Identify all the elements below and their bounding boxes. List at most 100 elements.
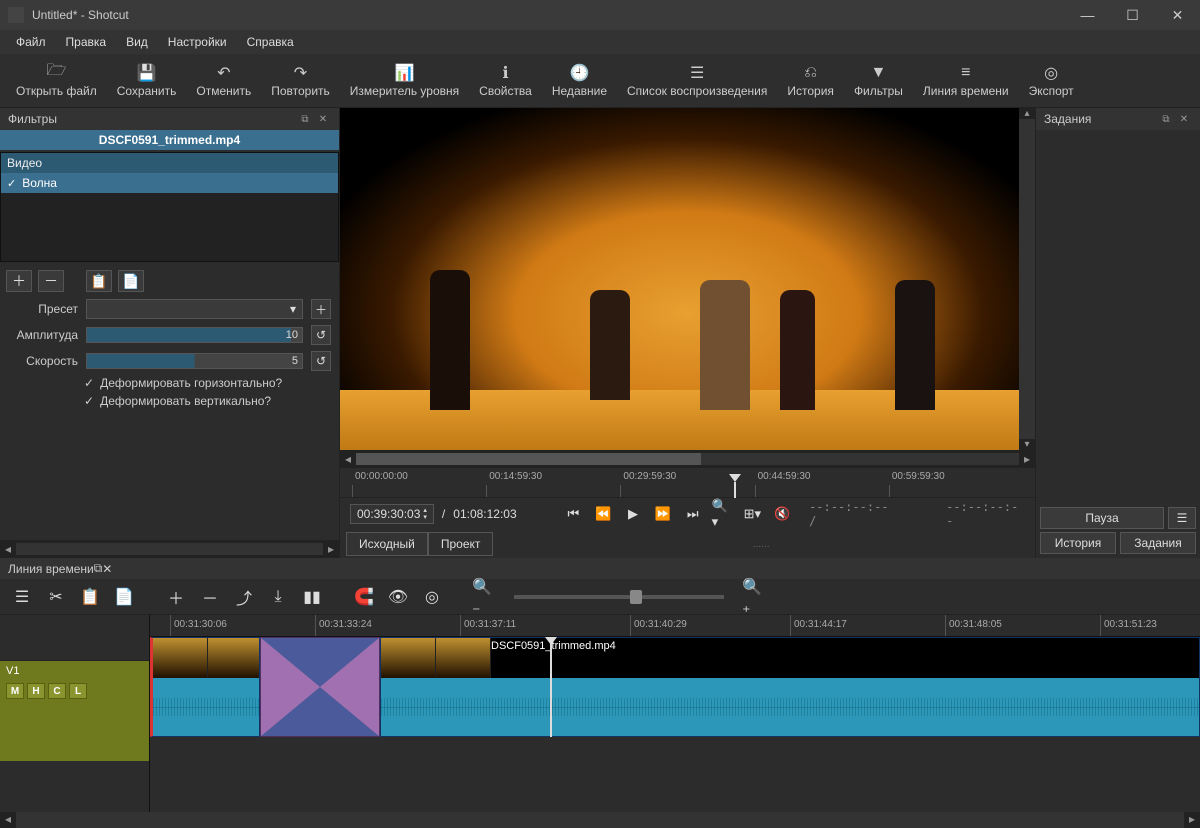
close-button[interactable]: ✕ [1155, 0, 1200, 30]
timeline-transition[interactable] [260, 637, 380, 737]
peak-meter-button[interactable]: 📊Измеритель уровня [340, 54, 469, 107]
add-filter-button[interactable]: ＋ [6, 270, 32, 292]
timeline-hscroll[interactable]: ◂▸ [0, 812, 1200, 828]
remove-button[interactable]: － [198, 585, 222, 609]
speed-slider[interactable]: 5 [86, 353, 303, 369]
mute-button[interactable]: 🔇 [771, 503, 793, 525]
history-button[interactable]: ⎌История [777, 54, 844, 107]
target-icon: ◎ [1044, 64, 1058, 82]
pause-job-button[interactable]: Пауза [1040, 507, 1164, 529]
save-button[interactable]: 💾Сохранить [107, 54, 187, 107]
recent-button[interactable]: 🕘Недавние [542, 54, 617, 107]
current-tc-text: 00:39:30:03 [357, 507, 420, 521]
lift-button[interactable]: ⤴ [232, 585, 256, 609]
deform-v-label: Деформировать вертикально? [100, 394, 271, 408]
tab-project[interactable]: Проект [428, 532, 494, 556]
cut-button[interactable]: ✂ [44, 585, 68, 609]
timeline-menu-button[interactable]: ☰ [10, 585, 34, 609]
menu-file[interactable]: Файл [8, 33, 54, 51]
ripple-button[interactable]: ◎ [420, 585, 444, 609]
filter-item-wave[interactable]: ✓ Волна [1, 173, 338, 193]
minimize-button[interactable]: — [1065, 0, 1110, 30]
zoom-dropdown-button[interactable]: 🔍▾ [712, 503, 734, 525]
menu-settings[interactable]: Настройки [160, 33, 235, 51]
paste-button[interactable]: 📄 [112, 585, 136, 609]
out-timecode: --:--:--:-- [946, 500, 1025, 528]
rewind-button[interactable]: ⏪ [592, 503, 614, 525]
chevron-down-icon: ▾ [290, 302, 296, 316]
video-preview[interactable] [340, 108, 1035, 450]
ruler-tick: 00:31:33:24 [315, 615, 372, 636]
undo-button[interactable]: ↶Отменить [186, 54, 261, 107]
copy-button[interactable]: 📋 [78, 585, 102, 609]
timeline-ruler[interactable]: 00:31:30:06 00:31:33:24 00:31:37:11 00:3… [150, 615, 1200, 637]
export-button[interactable]: ◎Экспорт [1019, 54, 1084, 107]
track-mute-button[interactable]: M [6, 683, 24, 699]
jobs-menu-button[interactable]: ☰ [1168, 507, 1196, 529]
scrub-button[interactable]: 👁 [386, 585, 410, 609]
track-name-label: V1 [6, 665, 143, 677]
open-file-button[interactable]: 🗁Открыть файл [6, 54, 107, 107]
split-button[interactable]: ▮▮ [300, 585, 324, 609]
deform-v-checkbox[interactable]: ✓Деформировать вертикально? [0, 392, 339, 410]
remove-filter-button[interactable]: － [38, 270, 64, 292]
amplitude-reset-button[interactable]: ↺ [311, 325, 331, 345]
overwrite-button[interactable]: ⤓ [266, 585, 290, 609]
grid-button[interactable]: ⊞▾ [741, 503, 763, 525]
timeline-clip[interactable]: DSCF0591_trimmed.mp4 [380, 637, 1200, 737]
maximize-button[interactable]: ☐ [1110, 0, 1155, 30]
panel-float-icon[interactable]: ⧉ [1158, 111, 1174, 127]
preview-ruler[interactable]: 00:00:00:00 00:14:59:30 00:29:59:30 00:4… [340, 468, 1035, 498]
skip-end-button[interactable]: ⏭ [682, 503, 704, 525]
speed-reset-button[interactable]: ↺ [311, 351, 331, 371]
zoom-slider[interactable] [514, 595, 724, 599]
menu-help[interactable]: Справка [239, 33, 302, 51]
skip-start-button[interactable]: ⏮ [562, 503, 584, 525]
timeline-button[interactable]: ≡Линия времени [913, 54, 1019, 107]
preview-hscroll[interactable]: ◂▸ [340, 450, 1035, 468]
preview-vscroll[interactable]: ▴▾ [1019, 108, 1035, 450]
amplitude-slider[interactable]: 10 [86, 327, 303, 343]
filters-button[interactable]: ▼Фильтры [844, 54, 913, 107]
panel-close-icon[interactable]: ✕ [102, 562, 112, 576]
zoom-out-button[interactable]: 🔍₋ [472, 585, 496, 609]
playlist-button[interactable]: ☰Список воспроизведения [617, 54, 777, 107]
preview-playhead[interactable] [729, 474, 741, 482]
timeline-playhead[interactable] [550, 637, 552, 737]
menubar: Файл Правка Вид Настройки Справка [0, 30, 1200, 54]
redo-button[interactable]: ↷Повторить [261, 54, 340, 107]
timeline-toolbar: ☰ ✂ 📋 📄 ＋ － ⤴ ⤓ ▮▮ 🧲 👁 ◎ 🔍₋ 🔍₊ [0, 579, 1200, 615]
append-button[interactable]: ＋ [164, 585, 188, 609]
properties-button[interactable]: ℹСвойства [469, 54, 542, 107]
track-lock-button[interactable]: L [69, 683, 87, 699]
current-timecode[interactable]: 00:39:30:03▴▾ [350, 504, 434, 524]
timeline-track[interactable]: DSCF0591_trimmed.mp4 [150, 637, 1200, 737]
panel-close-icon[interactable]: ✕ [315, 111, 331, 127]
ruler-tick: 00:00:00:00 [355, 471, 408, 482]
deform-h-checkbox[interactable]: ✓Деформировать горизонтально? [0, 374, 339, 392]
amplitude-value: 10 [286, 328, 298, 342]
tab-source[interactable]: Исходный [346, 532, 428, 556]
deform-h-label: Деформировать горизонтально? [100, 376, 282, 390]
fastforward-button[interactable]: ⏩ [652, 503, 674, 525]
filters-hscroll[interactable]: ◂▸ [0, 540, 339, 558]
tab-history[interactable]: История [1040, 532, 1116, 554]
timeline-clip[interactable] [150, 637, 260, 737]
zoom-in-button[interactable]: 🔍₊ [742, 585, 766, 609]
panel-close-icon[interactable]: ✕ [1176, 111, 1192, 127]
menu-edit[interactable]: Правка [58, 33, 115, 51]
list-icon: ☰ [690, 64, 704, 82]
panel-float-icon[interactable]: ⧉ [94, 561, 103, 576]
paste-filter-button[interactable]: 📄 [118, 270, 144, 292]
snap-button[interactable]: 🧲 [352, 585, 376, 609]
preset-save-button[interactable]: ＋ [311, 299, 331, 319]
menu-view[interactable]: Вид [118, 33, 156, 51]
track-header[interactable]: V1 M H C L [0, 661, 149, 761]
play-button[interactable]: ▶ [622, 503, 644, 525]
track-hide-button[interactable]: H [27, 683, 45, 699]
tab-tasks[interactable]: Задания [1120, 532, 1196, 554]
track-composite-button[interactable]: C [48, 683, 66, 699]
panel-float-icon[interactable]: ⧉ [297, 111, 313, 127]
copy-filter-button[interactable]: 📋 [86, 270, 112, 292]
preset-combo[interactable]: ▾ [86, 299, 303, 319]
